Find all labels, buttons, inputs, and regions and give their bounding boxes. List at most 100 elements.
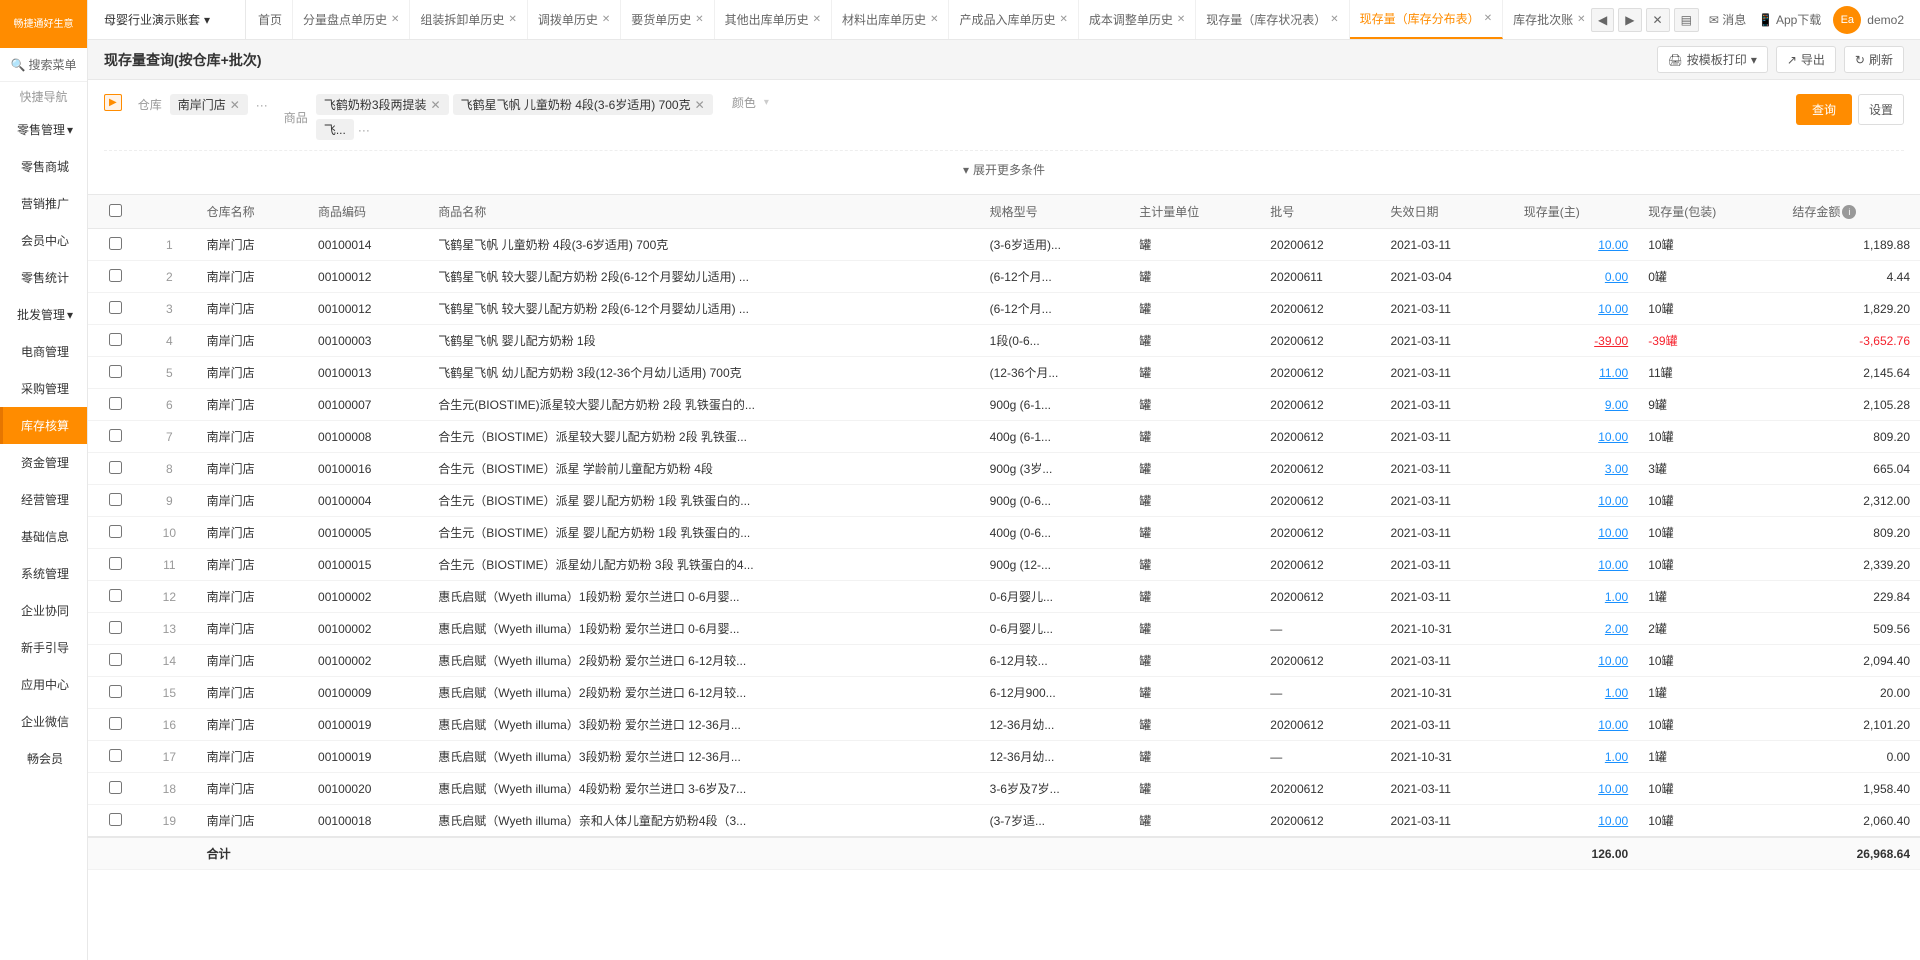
sidebar-item-basic-info[interactable]: 基础信息 xyxy=(0,518,87,555)
refresh-button[interactable]: ↻ 刷新 xyxy=(1844,46,1904,73)
tab-close-icon[interactable]: ✕ xyxy=(930,14,938,25)
select-all-checkbox[interactable] xyxy=(109,204,122,217)
tab-close-icon[interactable]: ✕ xyxy=(1177,14,1185,25)
tab-disassemble[interactable]: 组装拆卸单历史 ✕ xyxy=(410,0,527,39)
sidebar-item-inventory[interactable]: 库存核算 xyxy=(0,407,87,444)
user-menu[interactable]: Ea demo2 xyxy=(1833,6,1904,34)
row-qty-main[interactable]: 3.00 xyxy=(1514,453,1638,485)
warehouse-tag[interactable]: 南岸门店 ✕ xyxy=(170,94,248,115)
tab-batch-account[interactable]: 库存批次账 ✕ xyxy=(1503,0,1589,39)
tab-product-in[interactable]: 产成品入库单历史 ✕ xyxy=(949,0,1078,39)
row-checkbox[interactable] xyxy=(109,685,122,698)
sidebar-item-retail-stats[interactable]: 零售统计 xyxy=(0,259,87,296)
row-qty-main[interactable]: 10.00 xyxy=(1514,805,1638,838)
tab-close-icon[interactable]: ✕ xyxy=(1059,14,1067,25)
row-checkbox[interactable] xyxy=(109,269,122,282)
row-checkbox[interactable] xyxy=(109,301,122,314)
sidebar-item-system[interactable]: 系统管理 xyxy=(0,555,87,592)
row-qty-main[interactable]: 10.00 xyxy=(1514,421,1638,453)
row-qty-main[interactable]: 1.00 xyxy=(1514,677,1638,709)
row-qty-main[interactable]: 10.00 xyxy=(1514,485,1638,517)
row-checkbox[interactable] xyxy=(109,461,122,474)
sidebar-item-member-center[interactable]: 会员中心 xyxy=(0,222,87,259)
sidebar-item-new-guide[interactable]: 新手引导 xyxy=(0,629,87,666)
row-checkbox[interactable] xyxy=(109,621,122,634)
goods-tag-1[interactable]: 飞鹤奶粉3段两提装 ✕ xyxy=(316,94,449,115)
row-checkbox[interactable] xyxy=(109,749,122,762)
warehouse-more-icon[interactable]: ··· xyxy=(256,98,268,112)
goods-tag-close[interactable]: ✕ xyxy=(695,98,705,112)
tab-split-inventory[interactable]: 分量盘点单历史 ✕ xyxy=(293,0,410,39)
message-icon[interactable]: ✉ 消息 xyxy=(1709,11,1746,28)
sidebar-item-wholesale-mgmt[interactable]: 批发管理 ▾ xyxy=(0,296,87,333)
tab-requisition[interactable]: 要货单历史 ✕ xyxy=(621,0,714,39)
balance-info-icon[interactable]: i xyxy=(1842,205,1856,219)
row-checkbox[interactable] xyxy=(109,525,122,538)
tab-next-arrow[interactable]: ▶ xyxy=(1618,8,1641,32)
sidebar-item-retail-mgmt[interactable]: 零售管理 ▾ xyxy=(0,111,87,148)
row-checkbox[interactable] xyxy=(109,397,122,410)
color-select[interactable]: ▾ xyxy=(764,97,769,108)
tab-other-out[interactable]: 其他出库单历史 ✕ xyxy=(715,0,832,39)
row-checkbox[interactable] xyxy=(109,365,122,378)
row-qty-main[interactable]: 10.00 xyxy=(1514,709,1638,741)
row-qty-main[interactable]: -39.00 xyxy=(1514,325,1638,357)
tab-close-icon[interactable]: ✕ xyxy=(1484,13,1492,24)
tab-close-icon[interactable]: ✕ xyxy=(1330,14,1338,25)
export-button[interactable]: ↗ 导出 xyxy=(1776,46,1836,73)
row-checkbox[interactable] xyxy=(109,493,122,506)
row-checkbox[interactable] xyxy=(109,781,122,794)
warehouse-tag-close[interactable]: ✕ xyxy=(230,98,240,112)
account-dropdown[interactable]: 母婴行业演示账套 ▾ xyxy=(96,0,246,39)
tab-transfer[interactable]: 调拨单历史 ✕ xyxy=(528,0,621,39)
sidebar-item-marketing[interactable]: 营销推广 xyxy=(0,185,87,222)
tab-home[interactable]: 首页 xyxy=(248,0,293,39)
row-checkbox[interactable] xyxy=(109,237,122,250)
tab-prev-arrow[interactable]: ◀ xyxy=(1591,8,1614,32)
tab-menu-btn[interactable]: ▤ xyxy=(1674,8,1699,32)
tab-current-qty-dist[interactable]: 现存量（库存分布表） ✕ xyxy=(1350,0,1503,39)
sidebar-item-retail-shop[interactable]: 零售商城 xyxy=(0,148,87,185)
row-qty-main[interactable]: 2.00 xyxy=(1514,613,1638,645)
row-qty-main[interactable]: 9.00 xyxy=(1514,389,1638,421)
tab-close-icon[interactable]: ✕ xyxy=(1577,14,1585,25)
tab-close-icon[interactable]: ✕ xyxy=(695,14,703,25)
row-checkbox[interactable] xyxy=(109,813,122,826)
row-checkbox[interactable] xyxy=(109,589,122,602)
row-checkbox[interactable] xyxy=(109,429,122,442)
query-button[interactable]: 查询 xyxy=(1796,94,1852,125)
row-qty-main[interactable]: 10.00 xyxy=(1514,293,1638,325)
expand-filter-btn[interactable]: ▾ 展开更多条件 xyxy=(963,161,1045,178)
sidebar-item-enterprise[interactable]: 企业协同 xyxy=(0,592,87,629)
print-button[interactable]: 🖨 按模板打印 ▾ xyxy=(1657,46,1768,73)
tab-material-out[interactable]: 材料出库单历史 ✕ xyxy=(832,0,949,39)
row-qty-main[interactable]: 10.00 xyxy=(1514,645,1638,677)
goods-tag-close[interactable]: ✕ xyxy=(431,98,441,112)
row-qty-main[interactable]: 1.00 xyxy=(1514,741,1638,773)
sidebar-item-app-center[interactable]: 应用中心 xyxy=(0,666,87,703)
row-checkbox[interactable] xyxy=(109,653,122,666)
tab-close-icon[interactable]: ✕ xyxy=(602,14,610,25)
settings-button[interactable]: 设置 xyxy=(1858,94,1904,125)
row-checkbox[interactable] xyxy=(109,717,122,730)
row-qty-main[interactable]: 10.00 xyxy=(1514,773,1638,805)
tab-cost-adjust[interactable]: 成本调整单历史 ✕ xyxy=(1079,0,1196,39)
row-qty-main[interactable]: 1.00 xyxy=(1514,581,1638,613)
tab-close-icon[interactable]: ✕ xyxy=(813,14,821,25)
row-qty-main[interactable]: 10.00 xyxy=(1514,517,1638,549)
row-qty-main[interactable]: 0.00 xyxy=(1514,261,1638,293)
sidebar-item-member[interactable]: 畅会员 xyxy=(0,740,87,777)
sidebar-item-enterprise-wechat[interactable]: 企业微信 xyxy=(0,703,87,740)
tab-current-qty-status[interactable]: 现存量（库存状况表） ✕ xyxy=(1196,0,1349,39)
row-checkbox[interactable] xyxy=(109,557,122,570)
row-qty-main[interactable]: 10.00 xyxy=(1514,229,1638,261)
app-download-icon[interactable]: 📱 App下载 xyxy=(1758,11,1821,28)
row-checkbox[interactable] xyxy=(109,333,122,346)
goods-tag-more[interactable]: 飞... xyxy=(316,119,354,140)
goods-more-icon[interactable]: ··· xyxy=(358,123,370,137)
tab-close-icon[interactable]: ✕ xyxy=(391,14,399,25)
filter-toggle-btn[interactable]: ▶ xyxy=(104,94,122,111)
tab-close-icon[interactable]: ✕ xyxy=(508,14,516,25)
sidebar-item-operations[interactable]: 经营管理 xyxy=(0,481,87,518)
search-menu[interactable]: 🔍 搜索菜单 xyxy=(0,48,87,82)
